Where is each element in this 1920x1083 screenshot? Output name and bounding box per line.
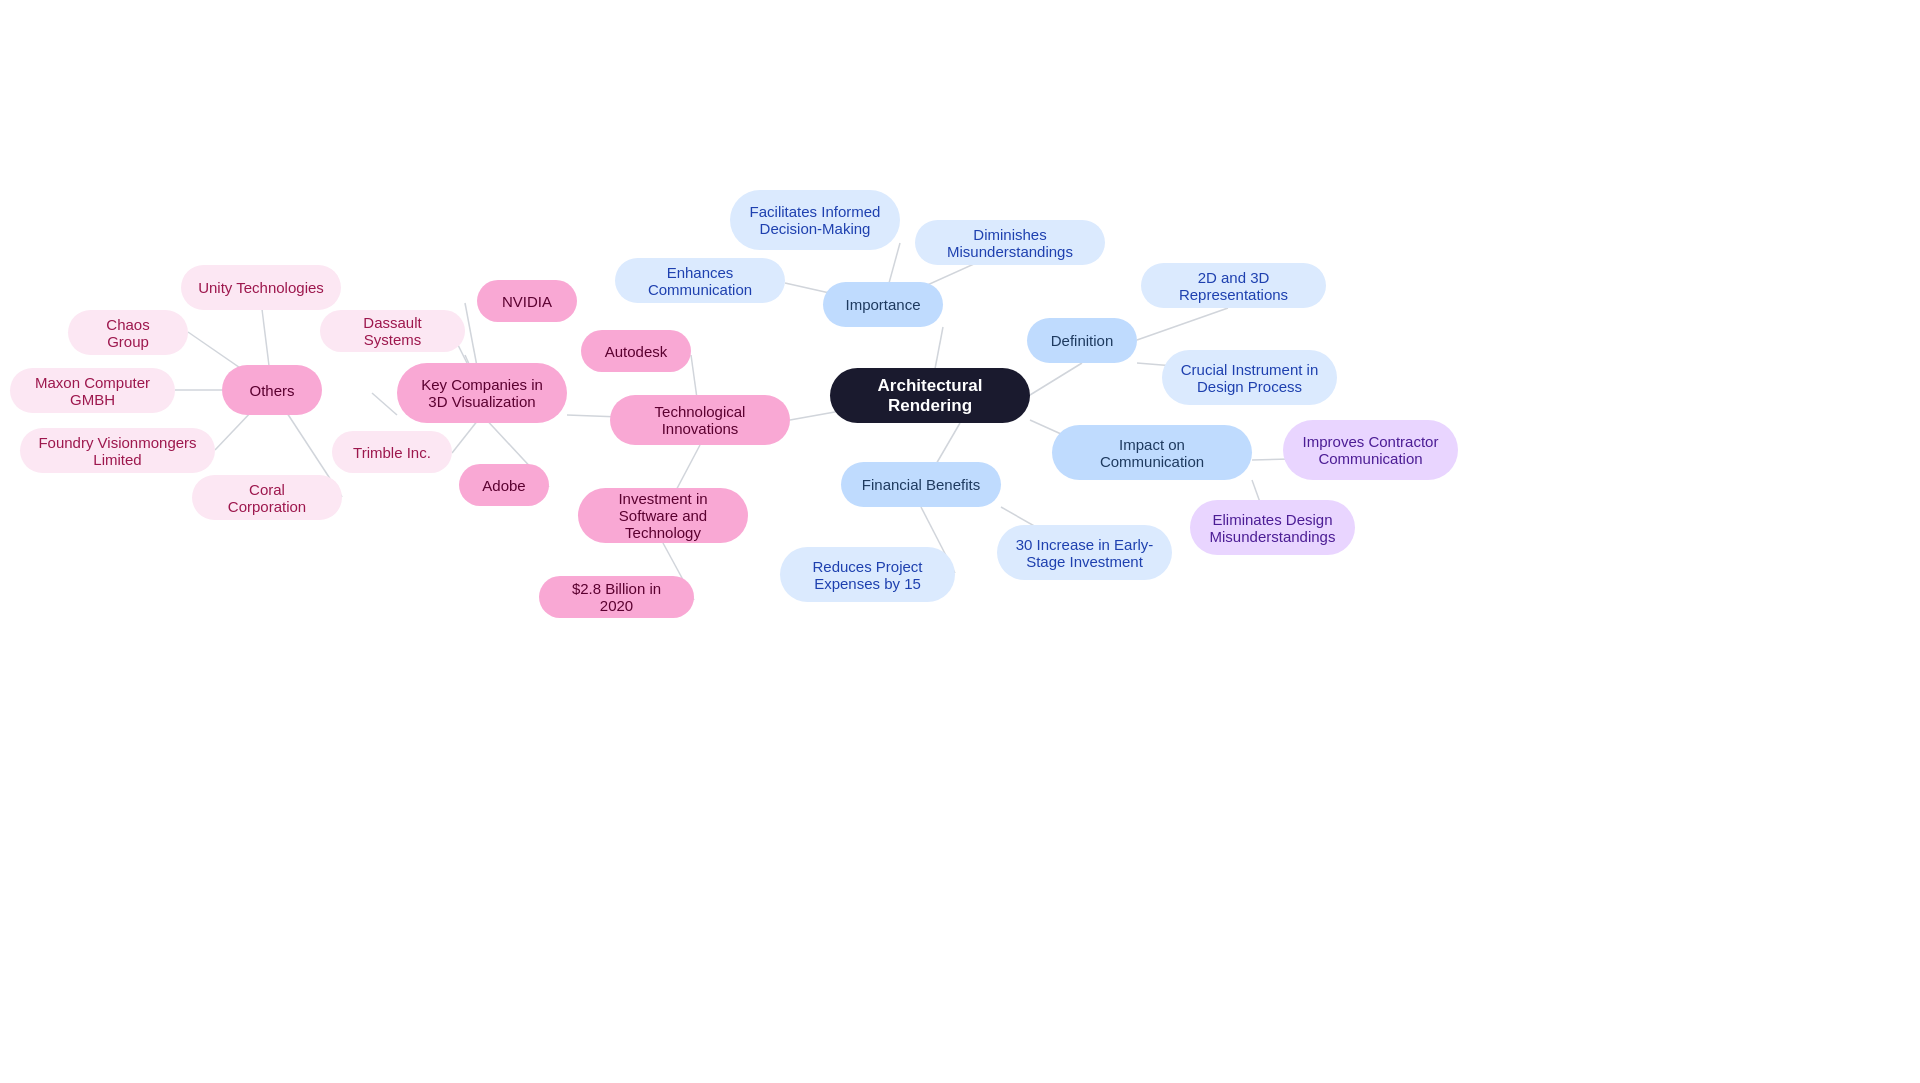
dassault-node: Dassault Systems [320,310,465,352]
svg-line-1 [1030,363,1082,395]
impact-comm-node: Impact on Communication [1052,425,1252,480]
tech-innovations-node: Technological Innovations [610,395,790,445]
improves-contractor-node: Improves Contractor Communication [1283,420,1458,480]
chaos-node: Chaos Group [68,310,188,355]
facilitates-node: Facilitates Informed Decision-Making [730,190,900,250]
trimble-node: Trimble Inc. [332,431,452,473]
investment-sw-node: Investment in Software and Technology [578,488,748,543]
financial-benefits-node: Financial Benefits [841,462,1001,507]
key-companies-node: Key Companies in 3D Visualization [397,363,567,423]
crucial-node: Crucial Instrument in Design Process [1162,350,1337,405]
svg-line-23 [372,393,397,415]
unity-node: Unity Technologies [181,265,341,310]
center-node: Architectural Rendering [830,368,1030,423]
others-node: Others [222,365,322,415]
increase-investment-node: 30 Increase in Early-Stage Investment [997,525,1172,580]
diminishes-node: Diminishes Misunderstandings [915,220,1105,265]
coral-node: Coral Corporation [192,475,342,520]
adobe-node: Adobe [459,464,549,506]
enhances-comm-node: Enhances Communication [615,258,785,303]
importance-node: Importance [823,282,943,327]
svg-line-9 [1137,308,1228,340]
eliminates-design-node: Eliminates Design Misunderstandings [1190,500,1355,555]
reduces-expenses-node: Reduces Project Expenses by 15 [780,547,955,602]
billion-node: $2.8 Billion in 2020 [539,576,694,618]
autodesk-node: Autodesk [581,330,691,372]
2d3d-node: 2D and 3D Representations [1141,263,1326,308]
foundry-node: Foundry Visionmongers Limited [20,428,215,473]
maxon-node: Maxon Computer GMBH [10,368,175,413]
nvidia-node: NVIDIA [477,280,577,322]
definition-node: Definition [1027,318,1137,363]
